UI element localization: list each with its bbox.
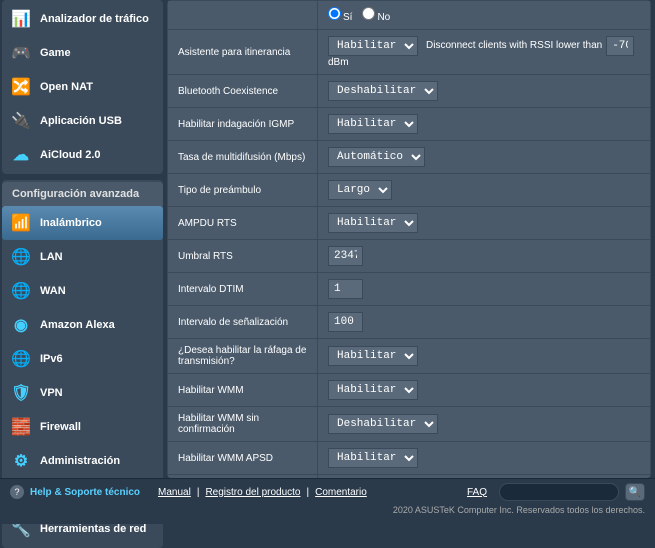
setting-label: Tipo de preámbulo [168, 174, 318, 207]
aicloud-icon: ☁ [10, 144, 32, 166]
sidebar-item-label: Game [40, 47, 71, 59]
sidebar-item-label: Administración [40, 455, 120, 467]
sidebar-item-open-nat[interactable]: 🔀 Open NAT [2, 70, 163, 104]
setting-label: AMPDU RTS [168, 207, 318, 240]
setting-label: Asistente para itinerancia [168, 30, 318, 75]
ipv6-icon: 🌐 [10, 348, 32, 370]
radio-no[interactable]: No [362, 7, 390, 23]
sidebar-item-game[interactable]: 🎮 Game [2, 36, 163, 70]
rssi-threshold-input[interactable] [606, 36, 634, 56]
sidebar-item-label: IPv6 [40, 353, 63, 365]
search-input[interactable] [499, 483, 619, 501]
setting-select-0[interactable]: Habilitar [328, 36, 418, 56]
setting-label: Intervalo de señalización [168, 306, 318, 339]
setting-select-3[interactable]: Automático [328, 147, 425, 167]
settings-table: Sí No Asistente para itinerancia Habilitar D… [167, 0, 651, 478]
sidebar-item-label: Inalámbrico [40, 217, 102, 229]
wan-icon: 🌐 [10, 280, 32, 302]
sidebar-item-wireless[interactable]: 📶 Inalámbrico [2, 206, 163, 240]
traffic-analyzer-icon: 📊 [10, 8, 32, 30]
setting-input-8[interactable] [328, 312, 363, 332]
comment-link[interactable]: Comentario [315, 487, 367, 498]
lan-icon: 🌐 [10, 246, 32, 268]
advanced-config-header: Configuración avanzada [2, 182, 163, 206]
setting-label: Tasa de multidifusión (Mbps) [168, 141, 318, 174]
sidebar-item-label: Amazon Alexa [40, 319, 115, 331]
sidebar-item-label: Analizador de tráfico [40, 13, 149, 25]
setting-select-12[interactable]: Habilitar [328, 448, 418, 468]
help-icon: ? [10, 485, 24, 499]
sidebar-item-label: Herramientas de red [40, 523, 146, 535]
usb-app-icon: 🔌 [10, 110, 32, 132]
faq-link[interactable]: FAQ [467, 487, 487, 498]
sidebar-item-lan[interactable]: 🌐 LAN [2, 240, 163, 274]
sidebar-item-label: WAN [40, 285, 66, 297]
setting-label: ¿Desea habilitar la ráfaga de transmisió… [168, 339, 318, 374]
sidebar-item-traffic-analyzer[interactable]: 📊 Analizador de tráfico [2, 2, 163, 36]
roaming-extra-text: Disconnect clients with RSSI lower than [426, 40, 602, 51]
sidebar-item-wan[interactable]: 🌐 WAN [2, 274, 163, 308]
setting-label: Umbral RTS [168, 240, 318, 273]
wireless-icon: 📶 [10, 212, 32, 234]
setting-label: Habilitar WMM APSD [168, 442, 318, 475]
sidebar-item-admin[interactable]: ⚙ Administración [2, 444, 163, 478]
setting-select-2[interactable]: Habilitar [328, 114, 418, 134]
sidebar-item-label: Open NAT [40, 81, 93, 93]
sidebar-item-label: VPN [40, 387, 63, 399]
admin-icon: ⚙ [10, 450, 32, 472]
firewall-icon: 🧱 [10, 416, 32, 438]
setting-label: Habilitar WMM sin confirmación [168, 407, 318, 442]
setting-select-4[interactable]: Largo [328, 180, 392, 200]
sidebar: 📊 Analizador de tráfico 🎮 Game 🔀 Open NAT 🔌 Apl… [0, 0, 165, 478]
setting-select-10[interactable]: Habilitar [328, 380, 418, 400]
sidebar-item-alexa[interactable]: ◉ Amazon Alexa [2, 308, 163, 342]
setting-label: Habilitar WMM [168, 374, 318, 407]
setting-label: Bluetooth Coexistence [168, 75, 318, 108]
radio-yes[interactable]: Sí [328, 7, 352, 23]
copyright-text: 2020 ASUSTeK Computer Inc. Reservados to… [10, 501, 645, 515]
setting-label: Intervalo DTIM [168, 273, 318, 306]
setting-select-5[interactable]: Habilitar [328, 213, 418, 233]
alexa-icon: ◉ [10, 314, 32, 336]
setting-select-11[interactable]: Deshabilitar [328, 414, 438, 434]
sidebar-item-aicloud[interactable]: ☁ AiCloud 2.0 [2, 138, 163, 172]
footer: ? Help & Soporte técnico Manual | Regist… [0, 478, 655, 524]
main-panel: Sí No Asistente para itinerancia Habilitar D… [167, 0, 651, 478]
open-nat-icon: 🔀 [10, 76, 32, 98]
search-button[interactable]: 🔍 [625, 483, 645, 501]
sidebar-item-usb-app[interactable]: 🔌 Aplicación USB [2, 104, 163, 138]
product-registration-link[interactable]: Registro del producto [205, 487, 300, 498]
manual-link[interactable]: Manual [158, 487, 191, 498]
vpn-icon: 🛡 [10, 382, 32, 404]
setting-select-1[interactable]: Deshabilitar [328, 81, 438, 101]
sidebar-item-label: Aplicación USB [40, 115, 122, 127]
sidebar-item-label: LAN [40, 251, 63, 263]
sidebar-item-label: AiCloud 2.0 [40, 149, 101, 161]
help-support-link[interactable]: Help & Soporte técnico [30, 487, 140, 498]
setting-select-9[interactable]: Habilitar [328, 346, 418, 366]
setting-label: Habilitar indagación IGMP [168, 108, 318, 141]
sidebar-item-firewall[interactable]: 🧱 Firewall [2, 410, 163, 444]
setting-input-7[interactable] [328, 279, 363, 299]
sidebar-item-ipv6[interactable]: 🌐 IPv6 [2, 342, 163, 376]
setting-input-6[interactable] [328, 246, 363, 266]
game-icon: 🎮 [10, 42, 32, 64]
sidebar-item-vpn[interactable]: 🛡 VPN [2, 376, 163, 410]
sidebar-item-label: Firewall [40, 421, 81, 433]
